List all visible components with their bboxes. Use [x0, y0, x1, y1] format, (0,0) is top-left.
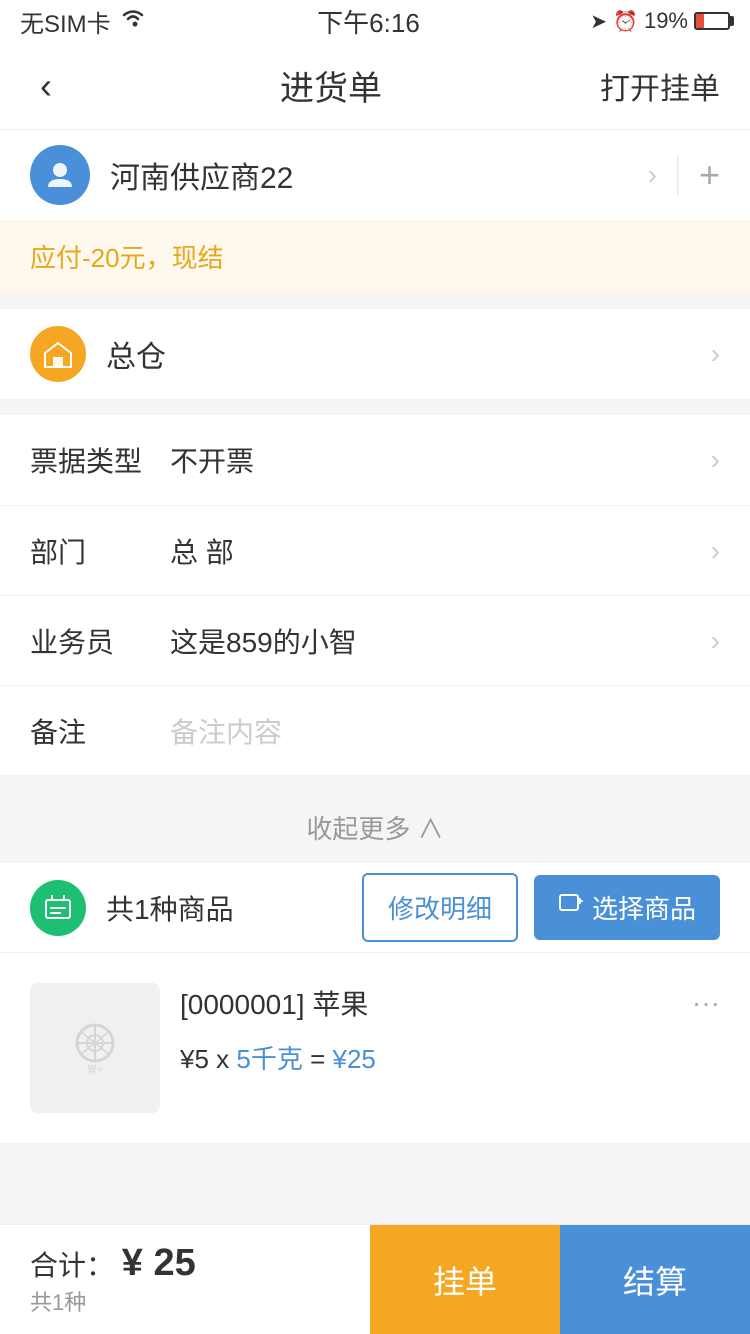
collapse-label: 收起更多 ∧ [306, 809, 443, 846]
warehouse-icon [30, 326, 86, 382]
status-right: ➤ ⏰ 19% [590, 8, 730, 34]
fields-section: 票据类型 不开票 › 部门 总 部 › 业务员 这是859的小智 › 备注 备注… [0, 415, 750, 775]
total-line: 合计： ¥ 25 [30, 1242, 340, 1285]
product-title: 苹果 [312, 989, 368, 1020]
product-thumbnail: 智+ [30, 983, 160, 1113]
product-more-button[interactable]: ··· [692, 983, 720, 1113]
total-section: 合计： ¥ 25 共1种 [0, 1242, 370, 1317]
checkout-button[interactable]: 结算 [560, 1225, 750, 1334]
add-supplier-button[interactable]: + [699, 154, 720, 196]
product-price: ¥5 x 5千克 = ¥25 [180, 1039, 692, 1076]
total-label: 合计： [30, 1250, 114, 1281]
invoice-type-value: 不开票 [170, 440, 711, 480]
total-amount: ¥ 25 [122, 1242, 196, 1284]
wifi-icon [119, 7, 147, 35]
main-content: 河南供应商22 › + 应付-20元，现结 总仓 › 票据类型 不开票 › [0, 130, 750, 1253]
supplier-notice: 应付-20元，现结 [0, 220, 750, 293]
invoice-type-label: 票据类型 [30, 440, 170, 480]
remark-label: 备注 [30, 711, 170, 751]
status-left: 无SIM卡 [20, 4, 147, 39]
invoice-type-arrow-icon: › [711, 444, 720, 476]
modify-detail-button[interactable]: 修改明细 [362, 873, 518, 942]
products-section: 共1种商品 修改明细 选择商品 智+ [0, 863, 750, 1143]
hang-button[interactable]: 挂单 [370, 1225, 560, 1334]
products-header: 共1种商品 修改明细 选择商品 [0, 863, 750, 953]
warehouse-row[interactable]: 总仓 › [0, 309, 750, 399]
products-icon [30, 880, 86, 936]
products-count: 共1种商品 [106, 888, 362, 928]
warehouse-arrow-icon: › [711, 338, 720, 370]
product-item: 智+ [0000001] 苹果 ¥5 x 5千克 = ¥25 ··· [0, 953, 750, 1143]
carrier-text: 无SIM卡 [20, 4, 111, 39]
supplier-section: 河南供应商22 › + 应付-20元，现结 [0, 130, 750, 293]
department-label: 部门 [30, 531, 170, 571]
salesperson-label: 业务员 [30, 621, 170, 661]
open-hang-button[interactable]: 打开挂单 [600, 64, 720, 108]
total-count: 共1种 [30, 1285, 340, 1317]
department-arrow-icon: › [711, 535, 720, 567]
bottom-bar: 合计： ¥ 25 共1种 挂单 结算 [0, 1224, 750, 1334]
equals: = [303, 1044, 333, 1074]
select-product-button[interactable]: 选择商品 [534, 875, 720, 940]
line-total: ¥25 [332, 1044, 375, 1074]
department-row[interactable]: 部门 总 部 › [0, 505, 750, 595]
location-icon: ➤ [590, 9, 607, 34]
unit-price: ¥5 x [180, 1044, 236, 1074]
supplier-arrow-icon: › [648, 159, 657, 191]
battery-percent: 19% [644, 8, 688, 34]
svg-text:智+: 智+ [87, 1063, 103, 1076]
remark-input[interactable]: 备注内容 [170, 711, 720, 751]
select-product-label: 选择商品 [592, 889, 696, 926]
battery-icon [694, 12, 730, 30]
quantity: 5千克 [236, 1044, 302, 1074]
collapse-button[interactable]: 收起更多 ∧ [0, 791, 750, 863]
supplier-row[interactable]: 河南供应商22 › + [0, 130, 750, 220]
nav-bar: ‹ 进货单 打开挂单 [0, 42, 750, 130]
status-time: 下午6:16 [317, 3, 420, 40]
salesperson-arrow-icon: › [711, 625, 720, 657]
select-product-icon [558, 891, 584, 924]
alarm-icon: ⏰ [613, 9, 638, 34]
product-name: [0000001] 苹果 [180, 983, 692, 1023]
supplier-name: 河南供应商22 [110, 153, 648, 197]
salesperson-value: 这是859的小智 [170, 621, 711, 661]
salesperson-row[interactable]: 业务员 这是859的小智 › [0, 595, 750, 685]
product-info: [0000001] 苹果 ¥5 x 5千克 = ¥25 [180, 983, 692, 1113]
product-id: [0000001] [180, 989, 312, 1020]
supplier-avatar [30, 145, 90, 205]
department-value: 总 部 [170, 531, 711, 571]
warehouse-section: 总仓 › [0, 309, 750, 399]
remark-row[interactable]: 备注 备注内容 [0, 685, 750, 775]
warehouse-name: 总仓 [106, 332, 711, 376]
invoice-type-row[interactable]: 票据类型 不开票 › [0, 415, 750, 505]
supplier-divider [677, 155, 679, 195]
page-title: 进货单 [280, 61, 382, 110]
back-button[interactable]: ‹ [30, 55, 62, 117]
status-bar: 无SIM卡 下午6:16 ➤ ⏰ 19% [0, 0, 750, 42]
